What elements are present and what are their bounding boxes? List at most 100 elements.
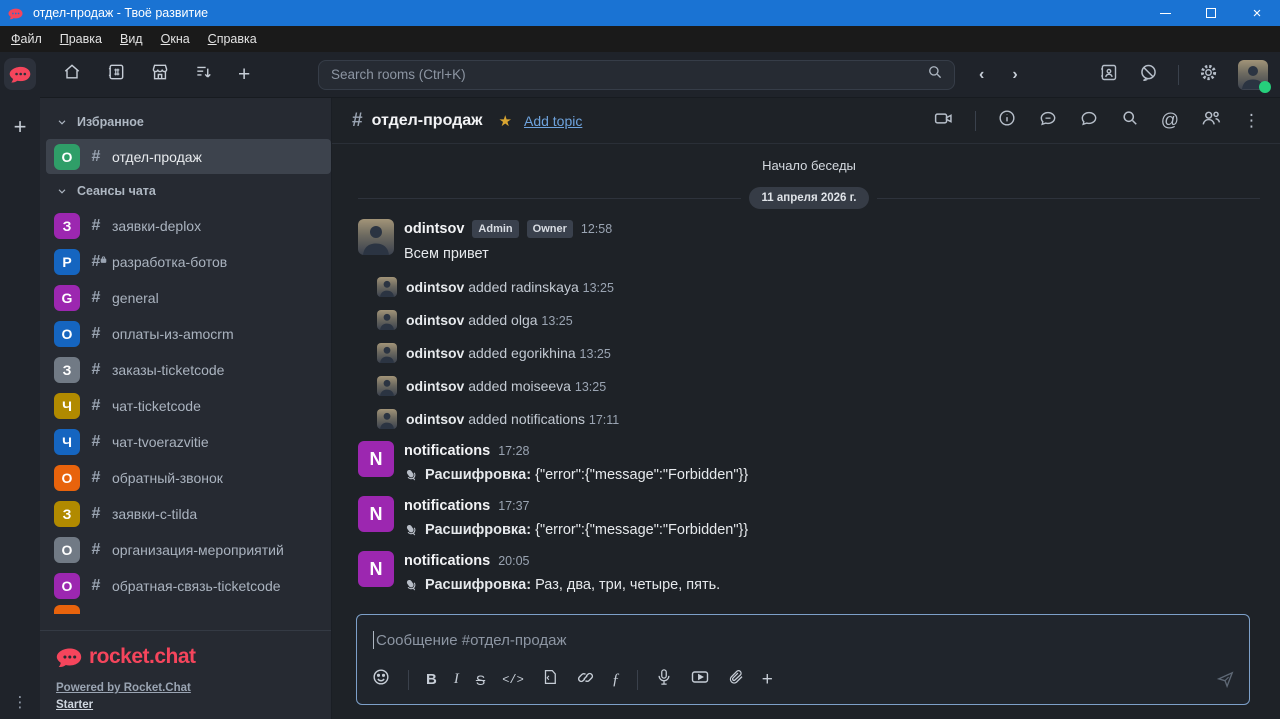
attachment-icon[interactable] bbox=[727, 668, 745, 691]
sidebar-item-chat-tvoerazvitie[interactable]: Ч # чат-tvoerazvitie bbox=[46, 424, 331, 459]
video-message-icon[interactable] bbox=[690, 667, 710, 692]
room-title[interactable]: отдел-продаж bbox=[372, 112, 483, 130]
channel-avatar: О bbox=[54, 572, 80, 599]
microphone-icon bbox=[401, 575, 422, 596]
inline-code-icon[interactable]: </> bbox=[502, 673, 524, 687]
info-icon[interactable] bbox=[997, 108, 1017, 133]
sidebar-item-organizatsiya-meropriyatii[interactable]: О # организация-мероприятий bbox=[46, 532, 331, 567]
window-title: отдел-продаж - Твоё развитие bbox=[33, 6, 209, 20]
avatar[interactable] bbox=[377, 342, 397, 363]
marketplace-icon[interactable] bbox=[150, 62, 170, 87]
sidebar-item-razrabotka-botov[interactable]: P # разработка-ботов bbox=[46, 244, 331, 279]
close-button[interactable]: × bbox=[1234, 0, 1280, 26]
sidebar-item-oplaty-iz-amocrm[interactable]: О # оплаты-из-amocrm bbox=[46, 316, 331, 351]
sidebar-item-zayavki-deplox[interactable]: З # заявки-deplox bbox=[46, 208, 331, 243]
menu-windows[interactable]: Окна bbox=[152, 32, 199, 46]
username[interactable]: notifications bbox=[404, 553, 490, 569]
sidebar-item-chat-ticketcode[interactable]: Ч # чат-ticketcode bbox=[46, 388, 331, 423]
avatar[interactable] bbox=[377, 375, 397, 396]
contact-center-icon[interactable] bbox=[1098, 62, 1119, 88]
sidebar-item-general[interactable]: G # general bbox=[46, 280, 331, 315]
video-call-icon[interactable] bbox=[933, 108, 954, 134]
rocketchat-logo: rocket.chat bbox=[56, 644, 331, 670]
server-avatar[interactable] bbox=[4, 58, 36, 90]
microphone-icon bbox=[401, 520, 422, 541]
message-text: Расшифровка: Раз, два, три, четыре, пять… bbox=[404, 577, 720, 593]
channel-avatar: G bbox=[54, 284, 80, 311]
audio-message-icon[interactable] bbox=[655, 668, 673, 691]
timestamp: 12:58 bbox=[580, 222, 613, 236]
menu-help[interactable]: Справка bbox=[199, 32, 266, 46]
strikethrough-icon[interactable]: S bbox=[476, 672, 485, 688]
send-icon[interactable] bbox=[1216, 670, 1235, 689]
channel-name: заказы-ticketcode bbox=[112, 361, 225, 378]
menu-file[interactable]: Файл bbox=[2, 32, 51, 46]
emoji-icon[interactable] bbox=[371, 667, 391, 692]
kebab-menu-icon[interactable]: ⋮ bbox=[1243, 111, 1260, 131]
search-messages-icon[interactable] bbox=[1120, 108, 1140, 133]
directory-icon[interactable] bbox=[106, 62, 126, 87]
home-icon[interactable] bbox=[62, 62, 82, 87]
channel-name: заявки-deplox bbox=[112, 217, 202, 234]
italic-icon[interactable]: I bbox=[454, 671, 459, 688]
formula-icon[interactable]: ƒ bbox=[612, 671, 620, 689]
code-block-icon[interactable] bbox=[541, 668, 559, 691]
room-header: # отдел-продаж ★ Add topic @ ⋮ bbox=[332, 98, 1280, 144]
add-topic-link[interactable]: Add topic bbox=[524, 113, 582, 129]
section-favorites[interactable]: Избранное bbox=[40, 106, 331, 138]
system-message: odintsov added moiseeva 13:25 bbox=[358, 369, 1260, 402]
sort-icon[interactable] bbox=[194, 62, 214, 87]
create-new-icon[interactable]: + bbox=[238, 63, 250, 87]
add-server-button[interactable]: + bbox=[14, 114, 27, 140]
powered-by-link[interactable]: Powered by Rocket.Chat bbox=[56, 682, 331, 694]
bold-icon[interactable]: B bbox=[426, 671, 437, 688]
hash-icon: # bbox=[91, 216, 101, 234]
avatar[interactable] bbox=[377, 408, 397, 429]
avatar[interactable] bbox=[377, 309, 397, 330]
search-input[interactable]: Search rooms (Ctrl+K) bbox=[318, 59, 955, 90]
sidebar-item-otdel-prodazh[interactable]: O # отдел-продаж bbox=[46, 139, 331, 174]
hash-icon: # bbox=[91, 147, 101, 165]
minimize-button[interactable] bbox=[1142, 0, 1188, 26]
rail-kebab-icon[interactable]: ⋮ bbox=[13, 693, 28, 711]
timestamp: 20:05 bbox=[498, 554, 530, 568]
channel-name: организация-мероприятий bbox=[112, 541, 284, 558]
members-icon[interactable] bbox=[1200, 107, 1222, 134]
section-chat-sessions[interactable]: Сеансы чата bbox=[40, 175, 331, 207]
nav-forward-icon[interactable]: › bbox=[1012, 66, 1017, 84]
nav-back-icon[interactable]: ‹ bbox=[979, 66, 984, 84]
hash-icon: # bbox=[91, 360, 101, 378]
channel-name: оплаты-из-amocrm bbox=[112, 325, 234, 342]
avatar[interactable]: N bbox=[358, 496, 394, 532]
channel-avatar: О bbox=[54, 320, 80, 347]
username[interactable]: notifications bbox=[404, 498, 490, 514]
username[interactable]: odintsov bbox=[404, 221, 464, 237]
threads-icon[interactable] bbox=[1038, 108, 1058, 133]
menu-view[interactable]: Вид bbox=[111, 32, 152, 46]
link-icon[interactable] bbox=[576, 668, 595, 692]
composer-input[interactable]: Сообщение #отдел-продаж bbox=[357, 615, 1249, 661]
avatar[interactable]: N bbox=[358, 551, 394, 587]
omnichannel-availability-icon[interactable] bbox=[1138, 62, 1159, 88]
maximize-button[interactable] bbox=[1188, 0, 1234, 26]
admin-settings-icon[interactable] bbox=[1198, 62, 1219, 88]
sidebar-item-obratnyi-zvonok[interactable]: О # обратный-звонок bbox=[46, 460, 331, 495]
favorite-star-icon[interactable]: ★ bbox=[499, 112, 512, 130]
mentions-icon[interactable]: @ bbox=[1161, 110, 1179, 131]
username[interactable]: notifications bbox=[404, 443, 490, 459]
sidebar-item-zakazy-ticketcode[interactable]: З # заказы-ticketcode bbox=[46, 352, 331, 387]
plan-link[interactable]: Starter bbox=[56, 699, 331, 711]
timestamp: 17:28 bbox=[498, 444, 530, 458]
avatar[interactable] bbox=[358, 219, 394, 255]
avatar[interactable]: N bbox=[358, 441, 394, 477]
plus-actions-icon[interactable]: + bbox=[762, 669, 773, 691]
role-badge-admin: Admin bbox=[472, 220, 519, 238]
user-avatar[interactable] bbox=[1238, 59, 1271, 93]
avatar[interactable] bbox=[377, 276, 397, 297]
sidebar-item-zayavki-s-tilda[interactable]: З # заявки-с-tilda bbox=[46, 496, 331, 531]
sidebar-footer: rocket.chat Powered by Rocket.Chat Start… bbox=[40, 630, 331, 719]
sidebar-item-obratnaya-svyaz-ticketcode[interactable]: О # обратная-связь-ticketcode bbox=[46, 568, 331, 603]
menu-edit[interactable]: Правка bbox=[51, 32, 111, 46]
discussions-icon[interactable] bbox=[1079, 108, 1099, 133]
text-cursor bbox=[373, 631, 374, 649]
